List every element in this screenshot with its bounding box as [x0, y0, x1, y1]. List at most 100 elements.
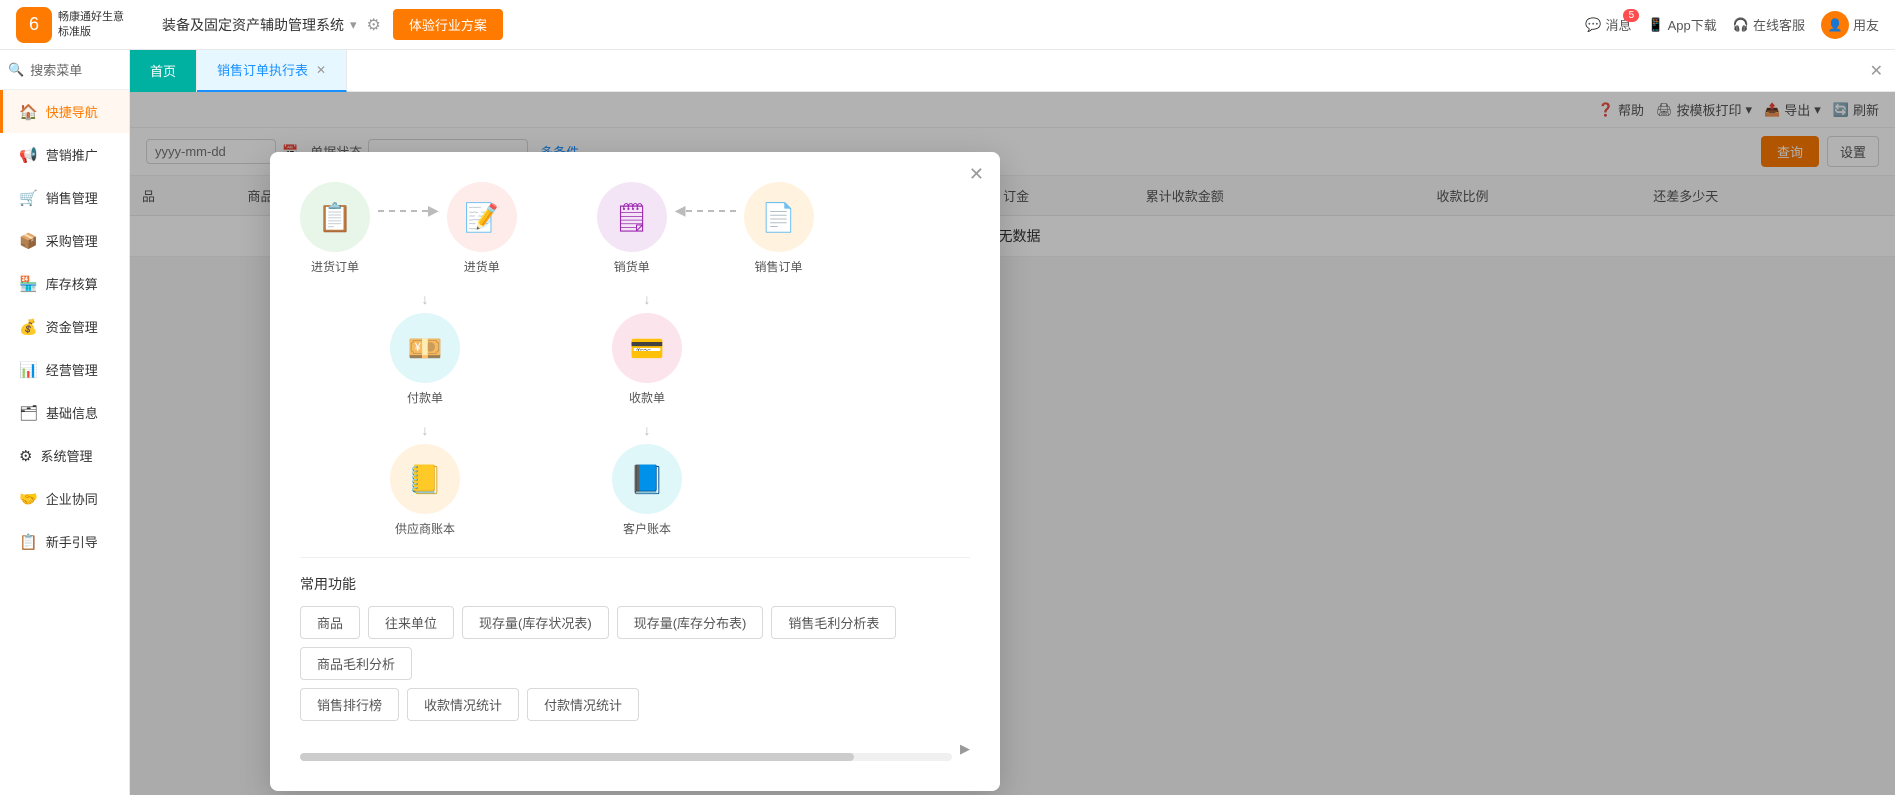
func-btn-payment-stat[interactable]: 付款情况统计 — [527, 688, 639, 721]
avatar: 👤 — [1821, 11, 1849, 39]
system-settings-icon[interactable]: ⚙ — [367, 15, 381, 35]
flow-supplier-label: 供应商账本 — [395, 520, 455, 537]
modal-close-button[interactable]: ✕ — [969, 164, 984, 185]
message-button[interactable]: 💬 消息 5 — [1585, 15, 1631, 34]
sidebar-item-system[interactable]: ⚙ 系统管理 — [0, 434, 129, 477]
trial-button-wrapper: 体验行业方案 — [393, 9, 503, 40]
flow-sales-bill[interactable]: 🗒 — [597, 182, 667, 252]
modal-scrollbar[interactable] — [300, 753, 952, 761]
finance-icon: 💰 — [19, 318, 38, 336]
func-btn-sales-rank[interactable]: 销售排行榜 — [300, 688, 399, 721]
sidebar-item-label: 企业协同 — [46, 489, 98, 508]
sidebar-item-finance[interactable]: 💰 资金管理 — [0, 305, 129, 348]
service-icon: 🎧 — [1733, 17, 1749, 33]
func-buttons: 商品 往来单位 现存量(库存状况表) 现存量(库存分布表) 销售毛利分析表 商品… — [300, 606, 970, 680]
func-btn-sales-profit[interactable]: 销售毛利分析表 — [771, 606, 896, 639]
logo-area: 6 畅康通好生意 标准版 — [16, 7, 146, 43]
common-functions: 常用功能 商品 往来单位 现存量(库存状况表) 现存量(库存分布表) 销售毛利分… — [300, 557, 970, 721]
system-icon: ⚙ — [19, 447, 32, 465]
search-label: 搜索菜单 — [30, 60, 82, 79]
system-info: 装备及固定资产辅助管理系统 ▾ ⚙ 体验行业方案 — [146, 9, 1585, 40]
sidebar: 🔍 搜索菜单 🏠 快捷导航 📢 营销推广 🛒 销售管理 📦 采购管理 🏪 — [0, 50, 130, 795]
marketing-icon: 📢 — [19, 146, 38, 164]
purchase-icon: 📦 — [19, 232, 38, 250]
tab-bar: 首页 销售订单执行表 ✕ ✕ — [130, 50, 1895, 92]
tab-sales-exec-label: 销售订单执行表 — [217, 60, 308, 79]
sidebar-item-base[interactable]: 🗂 基础信息 — [0, 391, 129, 434]
topbar-right: 💬 消息 5 📱 App下载 🎧 在线客服 👤 用友 — [1585, 11, 1879, 39]
func-buttons-row2: 销售排行榜 收款情况统计 付款情况统计 — [300, 688, 970, 721]
sidebar-item-operations[interactable]: 📊 经营管理 — [0, 348, 129, 391]
sidebar-item-label: 新手引导 — [46, 532, 98, 551]
modal-box: ✕ 📋 进货订单 ▶ — [270, 152, 1000, 791]
flow-sales-order[interactable]: 📄 — [744, 182, 814, 252]
system-dropdown-icon[interactable]: ▾ — [350, 17, 357, 33]
sidebar-item-inventory[interactable]: 🏪 库存核算 — [0, 262, 129, 305]
content-area: 首页 销售订单执行表 ✕ ✕ ❓ 帮助 🖨 按 — [130, 50, 1895, 795]
func-btn-product-profit[interactable]: 商品毛利分析 — [300, 647, 412, 680]
sidebar-item-label: 基础信息 — [46, 403, 98, 422]
tab-home-label: 首页 — [150, 61, 176, 80]
online-service-button[interactable]: 🎧 在线客服 — [1733, 15, 1805, 34]
flow-purchase-order-label: 进货订单 — [311, 258, 359, 275]
flow-sales-bill-label: 销货单 — [614, 258, 650, 275]
app-icon: 📱 — [1647, 17, 1663, 33]
flow-purchase-bill[interactable]: 📝 — [447, 182, 517, 252]
user-name: 用友 — [1853, 15, 1879, 34]
tab-close-icon[interactable]: ✕ — [316, 63, 326, 77]
tab-bar-close[interactable]: ✕ — [1870, 61, 1883, 81]
flow-payment-label: 付款单 — [407, 389, 443, 406]
sidebar-item-label: 经营管理 — [46, 360, 98, 379]
func-btn-receipt-stat[interactable]: 收款情况统计 — [407, 688, 519, 721]
sidebar-item-label: 采购管理 — [46, 231, 98, 250]
sidebar-item-sales[interactable]: 🛒 销售管理 — [0, 176, 129, 219]
app-download-button[interactable]: 📱 App下载 — [1647, 15, 1716, 34]
sales-icon: 🛒 — [19, 189, 38, 207]
flow-customer-label: 客户账本 — [623, 520, 671, 537]
sidebar-item-label: 快捷导航 — [46, 102, 98, 121]
flow-sales-order-label: 销售订单 — [755, 258, 803, 275]
logo-icon: 6 — [16, 7, 52, 43]
content-main: ❓ 帮助 🖨 按模板打印 ▾ 📤 导出 ▾ 🔄 — [130, 92, 1895, 795]
tab-home[interactable]: 首页 — [130, 50, 197, 92]
tab-sales-exec[interactable]: 销售订单执行表 ✕ — [197, 50, 347, 92]
func-btn-stock-status[interactable]: 现存量(库存状况表) — [462, 606, 609, 639]
operations-icon: 📊 — [19, 361, 38, 379]
search-icon: 🔍 — [8, 62, 24, 78]
user-menu[interactable]: 👤 用友 — [1821, 11, 1879, 39]
flow-receipt-label: 收款单 — [629, 389, 665, 406]
sidebar-item-label: 库存核算 — [46, 274, 98, 293]
func-btn-stock-dist[interactable]: 现存量(库存分布表) — [617, 606, 764, 639]
sidebar-item-newbie[interactable]: 📋 新手引导 — [0, 520, 129, 563]
flow-payment-bill[interactable]: 💴 — [390, 313, 460, 383]
system-name: 装备及固定资产辅助管理系统 — [162, 15, 344, 35]
enterprise-icon: 🤝 — [19, 490, 38, 508]
flow-purchase-bill-label: 进货单 — [464, 258, 500, 275]
flow-receipt-bill[interactable]: 💳 — [612, 313, 682, 383]
sidebar-item-label: 资金管理 — [46, 317, 98, 336]
sidebar-item-marketing[interactable]: 📢 营销推广 — [0, 133, 129, 176]
scrollbar-thumb — [300, 753, 854, 761]
flow-supplier-ledger[interactable]: 📒 — [390, 444, 460, 514]
home-icon: 🏠 — [19, 103, 38, 121]
flow-customer-ledger[interactable]: 📘 — [612, 444, 682, 514]
func-btn-partner[interactable]: 往来单位 — [368, 606, 454, 639]
message-icon: 💬 — [1585, 17, 1601, 33]
sidebar-item-label: 系统管理 — [40, 446, 92, 465]
newbie-icon: 📋 — [19, 533, 38, 551]
sidebar-item-purchase[interactable]: 📦 采购管理 — [0, 219, 129, 262]
scroll-right-icon[interactable]: ▶ — [960, 741, 970, 757]
base-icon: 🗂 — [19, 404, 38, 422]
sidebar-search[interactable]: 🔍 搜索菜单 — [0, 50, 129, 90]
logo-text: 畅康通好生意 标准版 — [58, 10, 124, 39]
inventory-icon: 🏪 — [19, 275, 38, 293]
flow-purchase-order[interactable]: 📋 — [300, 182, 370, 252]
sidebar-item-label: 销售管理 — [46, 188, 98, 207]
sidebar-item-enterprise[interactable]: 🤝 企业协同 — [0, 477, 129, 520]
trial-button[interactable]: 体验行业方案 — [393, 9, 503, 40]
sidebar-item-quick[interactable]: 🏠 快捷导航 — [0, 90, 129, 133]
sidebar-item-label: 营销推广 — [46, 145, 98, 164]
func-btn-product[interactable]: 商品 — [300, 606, 360, 639]
common-title: 常用功能 — [300, 574, 970, 594]
modal-overlay[interactable]: ✕ 📋 进货订单 ▶ — [130, 92, 1895, 795]
